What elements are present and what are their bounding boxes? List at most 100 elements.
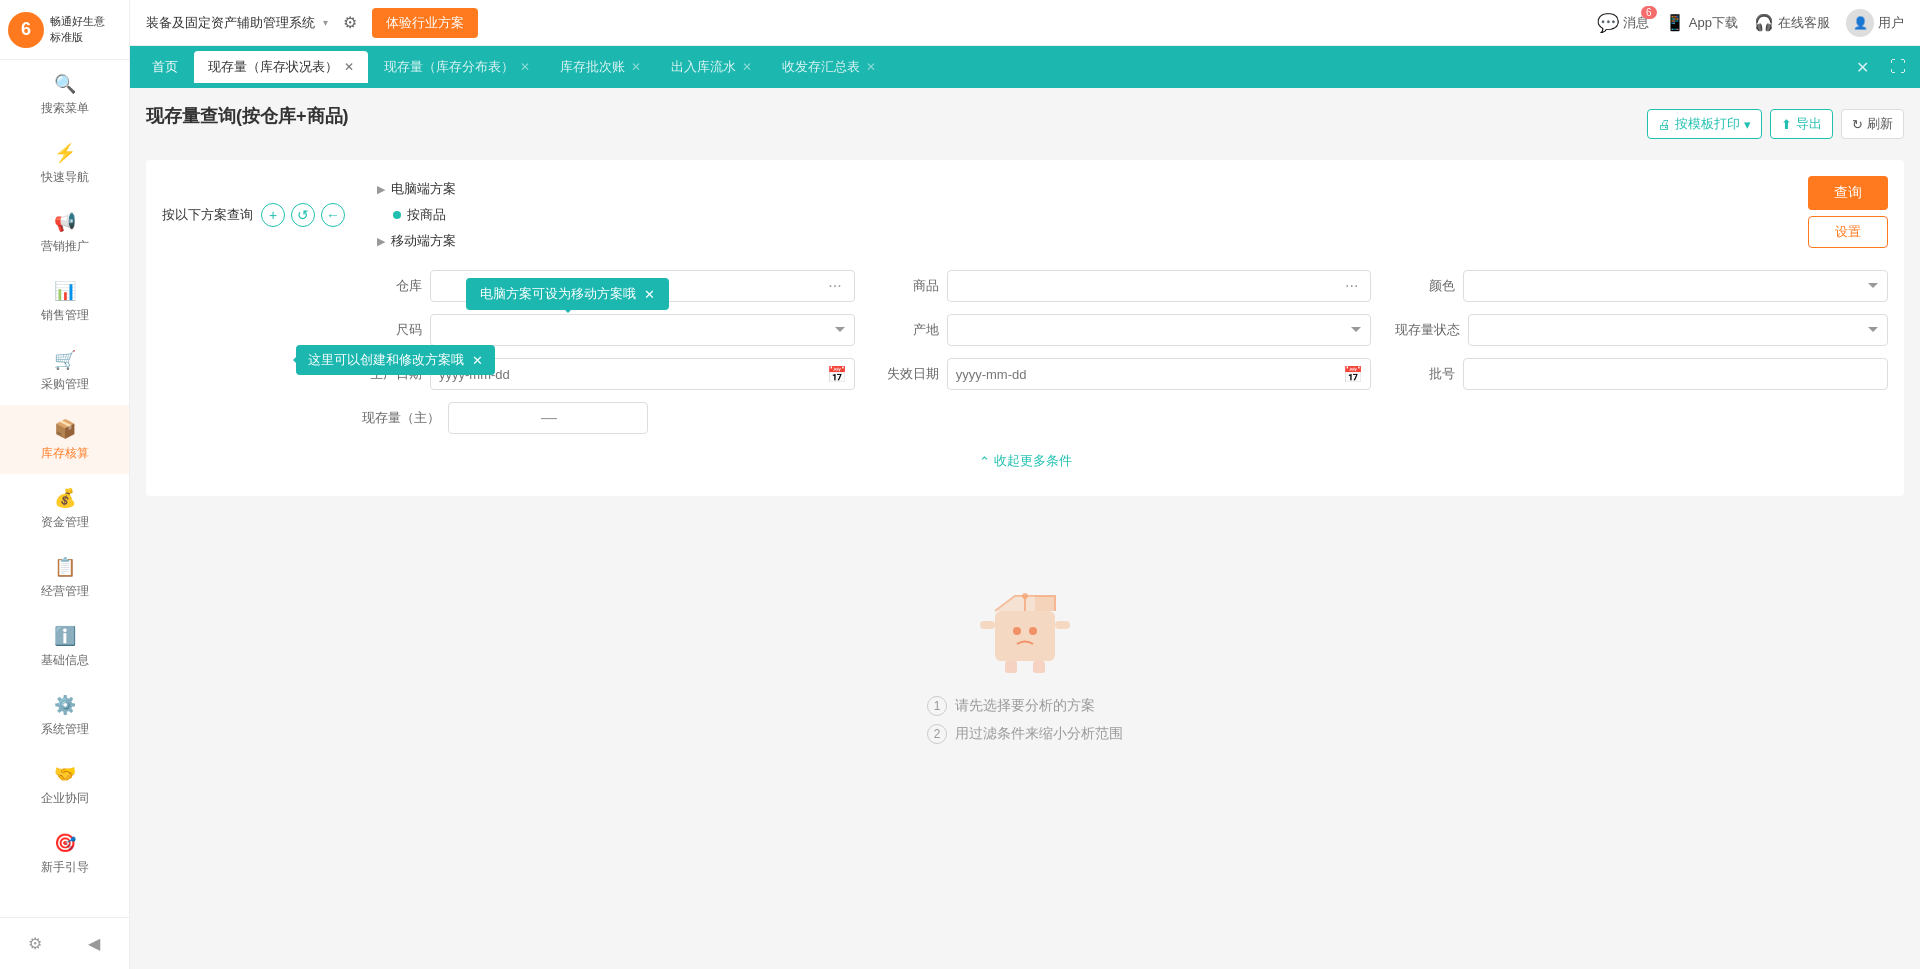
sidebar-item-marketing[interactable]: 📢 营销推广 — [0, 198, 129, 267]
pc-scheme-arrow: ▶ — [377, 183, 385, 196]
tab-close-receive-summary[interactable]: ✕ — [866, 60, 876, 74]
collapse-bar[interactable]: ⌃ 收起更多条件 — [162, 442, 1888, 480]
size-select[interactable] — [430, 314, 855, 346]
scheme-tooltip[interactable]: 电脑方案可设为移动方案哦 ✕ — [466, 278, 669, 310]
svg-point-4 — [1022, 593, 1028, 599]
sidebar-item-operations[interactable]: 📋 经营管理 — [0, 543, 129, 612]
color-select[interactable] — [1463, 270, 1888, 302]
svg-point-1 — [1013, 627, 1021, 635]
tab-close-inout-flow[interactable]: ✕ — [742, 60, 752, 74]
svg-rect-5 — [980, 621, 995, 629]
template-print-btn[interactable]: 🖨 按模板打印 ▾ — [1647, 109, 1762, 139]
sidebar-item-base-info[interactable]: ℹ️ 基础信息 — [0, 612, 129, 681]
mobile-scheme-item[interactable]: ▶ 移动端方案 — [369, 228, 464, 254]
sidebar-item-inventory[interactable]: 📦 库存核算 — [0, 405, 129, 474]
refresh-icon: ↻ — [1852, 117, 1863, 132]
stock-status-select[interactable] — [1468, 314, 1888, 346]
pc-scheme-item[interactable]: ▶ 电脑端方案 — [369, 176, 464, 202]
tab-inventory-status[interactable]: 现存量（库存状况表） ✕ — [194, 51, 368, 83]
sidebar-item-guide[interactable]: 🎯 新手引导 — [0, 819, 129, 888]
query-header: 按以下方案查询 + ↺ ← ▶ 电脑端方案 按商品 — [162, 176, 1888, 254]
app-download-item[interactable]: 📱 App下载 — [1665, 13, 1738, 32]
origin-select[interactable] — [947, 314, 1372, 346]
enterprise-icon: 🤝 — [53, 762, 77, 786]
create-tooltip-close[interactable]: ✕ — [472, 353, 483, 368]
tip-1-num: 1 — [927, 696, 947, 716]
setup-btn[interactable]: 设置 — [1808, 216, 1888, 248]
stock-main-range-wrap: — — [448, 402, 648, 434]
collapse-sidebar-btn[interactable]: ◀ — [67, 926, 122, 961]
stock-main-min-input[interactable] — [457, 411, 537, 426]
tab-close-all-btn[interactable]: ✕ — [1848, 53, 1876, 81]
svg-rect-6 — [1055, 621, 1070, 629]
expire-date-input[interactable] — [947, 358, 1372, 390]
top-header: 装备及固定资产辅助管理系统 ▾ ⚙ 体验行业方案 💬 消息 6 📱 App下载 … — [130, 0, 1920, 46]
tab-home[interactable]: 首页 — [138, 51, 192, 83]
tab-batch-ledger[interactable]: 库存批次账 ✕ — [546, 51, 655, 83]
create-tooltip[interactable]: 这里可以创建和修改方案哦 ✕ — [296, 345, 495, 375]
tab-maximize-btn[interactable]: ⛶ — [1884, 53, 1912, 81]
finance-icon: 💰 — [53, 486, 77, 510]
page-header-area: 现存量查询(按仓库+商品) 🖨 按模板打印 ▾ ⬆ 导出 ↻ 刷新 — [146, 104, 1904, 144]
content-area: 现存量查询(按仓库+商品) 🖨 按模板打印 ▾ ⬆ 导出 ↻ 刷新 — [130, 88, 1920, 969]
export-btn[interactable]: ⬆ 导出 — [1770, 109, 1833, 139]
message-item[interactable]: 💬 消息 6 — [1597, 12, 1649, 34]
operations-icon: 📋 — [53, 555, 77, 579]
arrow-scheme-btn[interactable]: ← — [321, 203, 345, 227]
marketing-icon: 📢 — [53, 210, 77, 234]
produce-date-calendar-icon[interactable]: 📅 — [827, 365, 847, 384]
field-goods-label: 商品 — [879, 277, 939, 295]
pc-scheme-sub-item[interactable]: 按商品 — [369, 202, 464, 228]
sidebar-item-system[interactable]: ⚙️ 系统管理 — [0, 681, 129, 750]
empty-tip-2: 2 用过滤条件来缩小分析范围 — [927, 724, 1123, 744]
svg-rect-8 — [1033, 661, 1045, 673]
message-badge: 6 — [1641, 6, 1657, 19]
goods-dots[interactable]: ··· — [1341, 277, 1362, 295]
warehouse-dots[interactable]: ··· — [824, 277, 845, 295]
tab-close-inventory-status[interactable]: ✕ — [344, 60, 354, 74]
sidebar-item-finance[interactable]: 💰 资金管理 — [0, 474, 129, 543]
field-stock-main-label: 现存量（主） — [362, 409, 440, 427]
sidebar-item-search-menu[interactable]: 🔍 搜索菜单 — [0, 60, 129, 129]
batch-no-input[interactable] — [1463, 358, 1888, 390]
dropdown-arrow-print: ▾ — [1744, 117, 1751, 132]
field-size-label: 尺码 — [362, 321, 422, 339]
query-header-label: 按以下方案查询 — [162, 206, 253, 224]
empty-state: 1 请先选择要分析的方案 2 用过滤条件来缩小分析范围 — [146, 496, 1904, 824]
sidebar-item-quick-nav[interactable]: ⚡ 快速导航 — [0, 129, 129, 198]
base-info-icon: ℹ️ — [53, 624, 77, 648]
sidebar-item-enterprise[interactable]: 🤝 企业协同 — [0, 750, 129, 819]
tab-inout-flow[interactable]: 出入库流水 ✕ — [657, 51, 766, 83]
sidebar-item-sales[interactable]: 📊 销售管理 — [0, 267, 129, 336]
scheme-list: ▶ 电脑端方案 按商品 ▶ 移动端方案 — [369, 176, 464, 254]
add-scheme-btn[interactable]: + — [261, 203, 285, 227]
user-item[interactable]: 👤 用户 — [1846, 9, 1904, 37]
online-service-item[interactable]: 🎧 在线客服 — [1754, 13, 1830, 32]
form-row-2: 尺码 产地 现存量状态 — [362, 314, 1888, 346]
system-dropdown-arrow[interactable]: ▾ — [323, 17, 328, 28]
scheme-tooltip-close[interactable]: ✕ — [644, 287, 655, 302]
svg-rect-0 — [995, 611, 1055, 661]
logo-icon: 6 — [8, 12, 44, 48]
empty-illustration — [965, 576, 1085, 676]
settings-icon[interactable]: ⚙ — [336, 9, 364, 37]
tab-receive-summary[interactable]: 收发存汇总表 ✕ — [768, 51, 890, 83]
avatar: 👤 — [1846, 9, 1874, 37]
stock-main-max-input[interactable] — [561, 411, 641, 426]
refresh-scheme-btn[interactable]: ↺ — [291, 203, 315, 227]
expire-date-calendar-icon[interactable]: 📅 — [1343, 365, 1363, 384]
sidebar-item-purchase[interactable]: 🛒 采购管理 — [0, 336, 129, 405]
tab-close-batch-ledger[interactable]: ✕ — [631, 60, 641, 74]
purchase-icon: 🛒 — [53, 348, 77, 372]
field-warehouse-label: 仓库 — [362, 277, 422, 295]
page-title: 现存量查询(按仓库+商品) — [146, 104, 349, 128]
settings-bottom-btn[interactable]: ⚙ — [8, 926, 63, 961]
experience-btn[interactable]: 体验行业方案 — [372, 8, 478, 38]
tab-close-inventory-dist[interactable]: ✕ — [520, 60, 530, 74]
empty-tip-1: 1 请先选择要分析的方案 — [927, 696, 1123, 716]
field-goods: 商品 ··· — [879, 270, 1372, 302]
query-btn[interactable]: 查询 — [1808, 176, 1888, 210]
tab-inventory-dist[interactable]: 现存量（库存分布表） ✕ — [370, 51, 544, 83]
refresh-btn[interactable]: ↻ 刷新 — [1841, 109, 1904, 139]
form-row-3: 生产日期 📅 失效日期 📅 批号 — [362, 358, 1888, 390]
